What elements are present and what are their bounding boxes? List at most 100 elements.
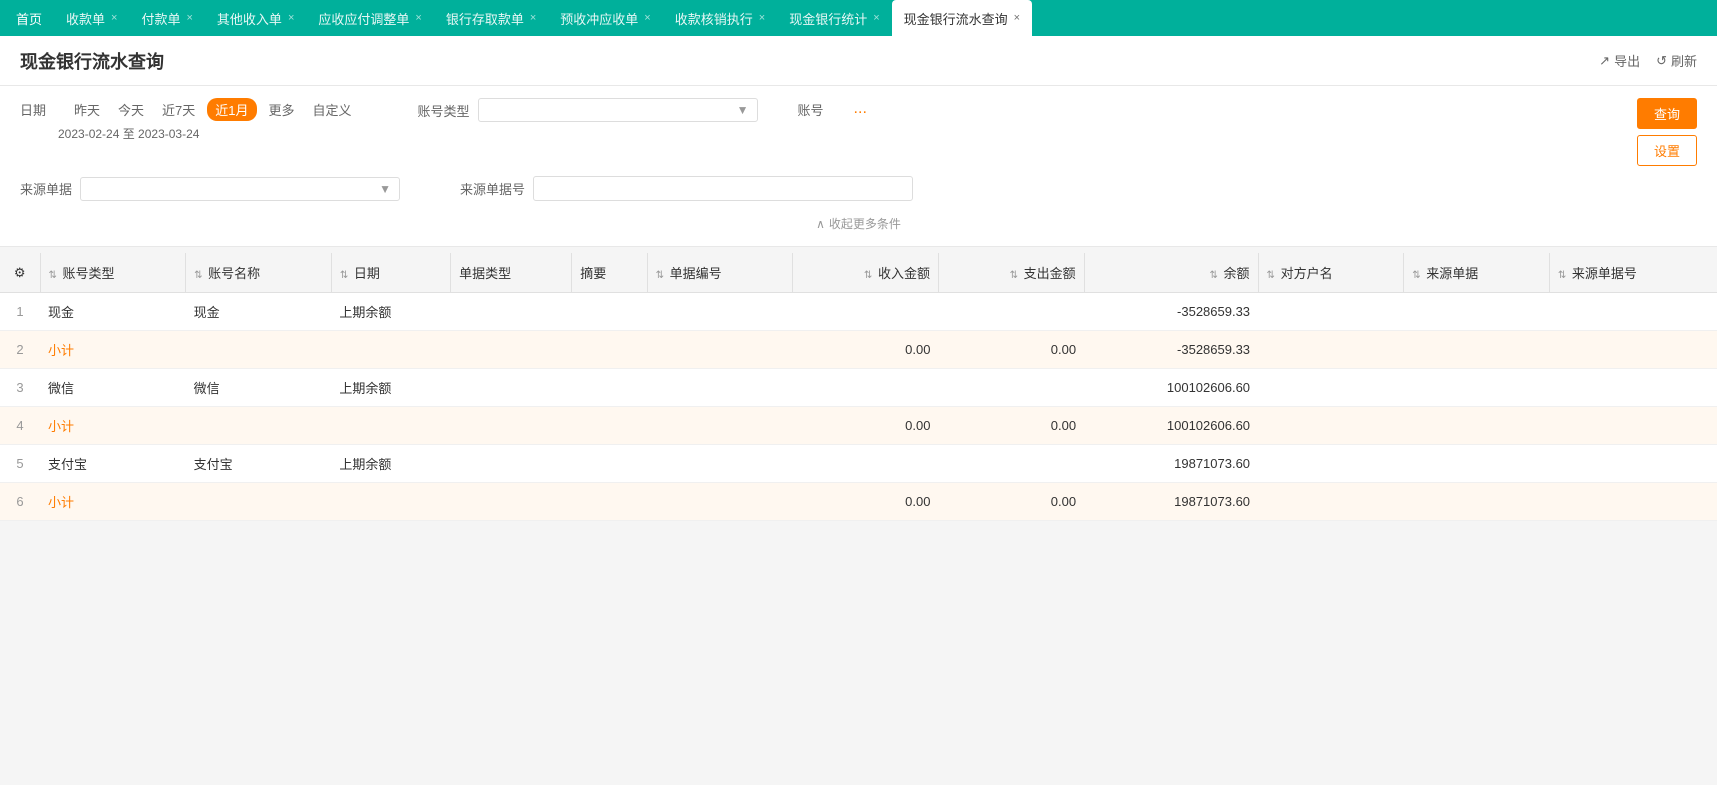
account-dots-button[interactable]: ... — [846, 98, 875, 120]
cell-income: 0.00 — [793, 407, 939, 445]
collapse-up-icon: ∧ — [816, 217, 825, 231]
cell-income: 0.00 — [793, 483, 939, 521]
cell-summary — [572, 483, 647, 521]
cell-expense — [938, 445, 1084, 483]
account-type-select[interactable]: ▼ — [478, 98, 758, 122]
cell-income — [793, 445, 939, 483]
cell-counterpart — [1258, 293, 1404, 331]
close-icon[interactable]: × — [644, 12, 650, 24]
table-area: ⚙ ⇅ 账号类型 ⇅ 账号名称 ⇅ 日期 单据类型 摘要 — [0, 253, 1717, 521]
cell-doc-type — [451, 293, 572, 331]
date-opt-more[interactable]: 更多 — [263, 98, 301, 121]
source-doc-no-label: 来源单据号 — [460, 179, 525, 198]
cell-source-doc-no — [1549, 369, 1717, 407]
nav-home[interactable]: 首页 — [4, 0, 54, 36]
collapse-bar[interactable]: ∧ 收起更多条件 — [20, 209, 1697, 234]
cell-summary — [572, 445, 647, 483]
date-label: 日期 — [20, 100, 60, 119]
cell-expense: 0.00 — [938, 483, 1084, 521]
date-opt-custom[interactable]: 自定义 — [307, 98, 358, 121]
nav-tab-现金银行统计[interactable]: 现金银行统计 × — [777, 0, 891, 36]
settings-button[interactable]: 设置 — [1637, 135, 1697, 166]
cell-account-name: 现金 — [186, 293, 332, 331]
col-account-type[interactable]: ⇅ 账号类型 — [40, 253, 186, 293]
table-row[interactable]: 2小计0.000.00-3528659.33 — [0, 331, 1717, 369]
close-icon[interactable]: × — [288, 12, 294, 24]
cell-date: 上期余额 — [331, 445, 450, 483]
cell-income: 0.00 — [793, 331, 939, 369]
col-expense[interactable]: ⇅ 支出金额 — [938, 253, 1084, 293]
export-button[interactable]: ↗ 导出 — [1599, 51, 1640, 70]
col-counterpart[interactable]: ⇅ 对方户名 — [1258, 253, 1404, 293]
close-icon[interactable]: × — [111, 12, 117, 24]
cell-source-doc — [1404, 483, 1550, 521]
col-account-name[interactable]: ⇅ 账号名称 — [186, 253, 332, 293]
nav-tab-收款核销执行[interactable]: 收款核销执行 × — [663, 0, 777, 36]
cell-source-doc — [1404, 445, 1550, 483]
close-icon[interactable]: × — [186, 12, 192, 24]
date-opt-yesterday[interactable]: 昨天 — [68, 98, 106, 121]
col-settings[interactable]: ⚙ — [0, 253, 40, 293]
header-actions: ↗ 导出 ↺ 刷新 — [1599, 51, 1697, 70]
table-row[interactable]: 3微信微信上期余额100102606.60 — [0, 369, 1717, 407]
row-number: 3 — [0, 369, 40, 407]
cell-doc-type — [451, 331, 572, 369]
cell-account-name — [186, 407, 332, 445]
nav-tab-付款单[interactable]: 付款单 × — [129, 0, 204, 36]
nav-tab-收款单[interactable]: 收款单 × — [54, 0, 129, 36]
gear-icon[interactable]: ⚙ — [14, 265, 26, 280]
date-opt-1month[interactable]: 近1月 — [207, 98, 256, 121]
date-opt-7days[interactable]: 近7天 — [156, 98, 201, 121]
source-doc-no-input[interactable] — [533, 176, 913, 201]
col-balance[interactable]: ⇅ 余额 — [1084, 253, 1258, 293]
nav-tab-应收应付调整单[interactable]: 应收应付调整单 × — [306, 0, 433, 36]
cell-account-name: 支付宝 — [186, 445, 332, 483]
refresh-button[interactable]: ↺ 刷新 — [1656, 51, 1697, 70]
row-number: 5 — [0, 445, 40, 483]
cell-counterpart — [1258, 369, 1404, 407]
cell-counterpart — [1258, 445, 1404, 483]
table-row[interactable]: 4小计0.000.00100102606.60 — [0, 407, 1717, 445]
cell-date: 上期余额 — [331, 369, 450, 407]
table-row[interactable]: 1现金现金上期余额-3528659.33 — [0, 293, 1717, 331]
nav-tab-银行存取款单[interactable]: 银行存取款单 × — [434, 0, 548, 36]
close-icon[interactable]: × — [415, 12, 421, 24]
close-icon[interactable]: × — [759, 12, 765, 24]
cell-account-type: 小计 — [40, 331, 186, 369]
query-button[interactable]: 查询 — [1637, 98, 1697, 129]
date-opt-today[interactable]: 今天 — [112, 98, 150, 121]
cell-balance: -3528659.33 — [1084, 293, 1258, 331]
table-row[interactable]: 5支付宝支付宝上期余额19871073.60 — [0, 445, 1717, 483]
col-summary: 摘要 — [572, 253, 647, 293]
filter-area: 日期 昨天 今天 近7天 近1月 更多 自定义 2023-02-24 至 202… — [0, 86, 1717, 247]
cell-expense: 0.00 — [938, 331, 1084, 369]
close-icon[interactable]: × — [530, 12, 536, 24]
row-number: 1 — [0, 293, 40, 331]
table-row[interactable]: 6小计0.000.0019871073.60 — [0, 483, 1717, 521]
cell-date — [331, 483, 450, 521]
nav-tab-预收冲应收单[interactable]: 预收冲应收单 × — [548, 0, 662, 36]
col-source-doc-no[interactable]: ⇅ 来源单据号 — [1549, 253, 1717, 293]
close-icon[interactable]: × — [1014, 12, 1020, 24]
col-doc-no[interactable]: ⇅ 单据编号 — [647, 253, 793, 293]
nav-tab-其他收入单[interactable]: 其他收入单 × — [205, 0, 306, 36]
col-source-doc[interactable]: ⇅ 来源单据 — [1404, 253, 1550, 293]
cell-doc-type — [451, 407, 572, 445]
refresh-icon: ↺ — [1656, 53, 1667, 69]
sort-icon: ⇅ — [194, 270, 202, 281]
row-number: 4 — [0, 407, 40, 445]
sort-icon: ⇅ — [1267, 270, 1275, 281]
close-icon[interactable]: × — [873, 12, 879, 24]
table-body: 1现金现金上期余额-3528659.332小计0.000.00-3528659.… — [0, 293, 1717, 521]
nav-tab-现金银行流水查询[interactable]: 现金银行流水查询 × — [892, 0, 1032, 36]
cell-balance: 19871073.60 — [1084, 483, 1258, 521]
cell-date: 上期余额 — [331, 293, 450, 331]
cell-summary — [572, 407, 647, 445]
cell-account-type: 小计 — [40, 483, 186, 521]
cell-source-doc-no — [1549, 445, 1717, 483]
source-doc-select[interactable]: ▼ — [80, 177, 400, 201]
cell-source-doc-no — [1549, 293, 1717, 331]
col-date[interactable]: ⇅ 日期 — [331, 253, 450, 293]
sort-icon: ⇅ — [656, 270, 664, 281]
col-income[interactable]: ⇅ 收入金额 — [793, 253, 939, 293]
